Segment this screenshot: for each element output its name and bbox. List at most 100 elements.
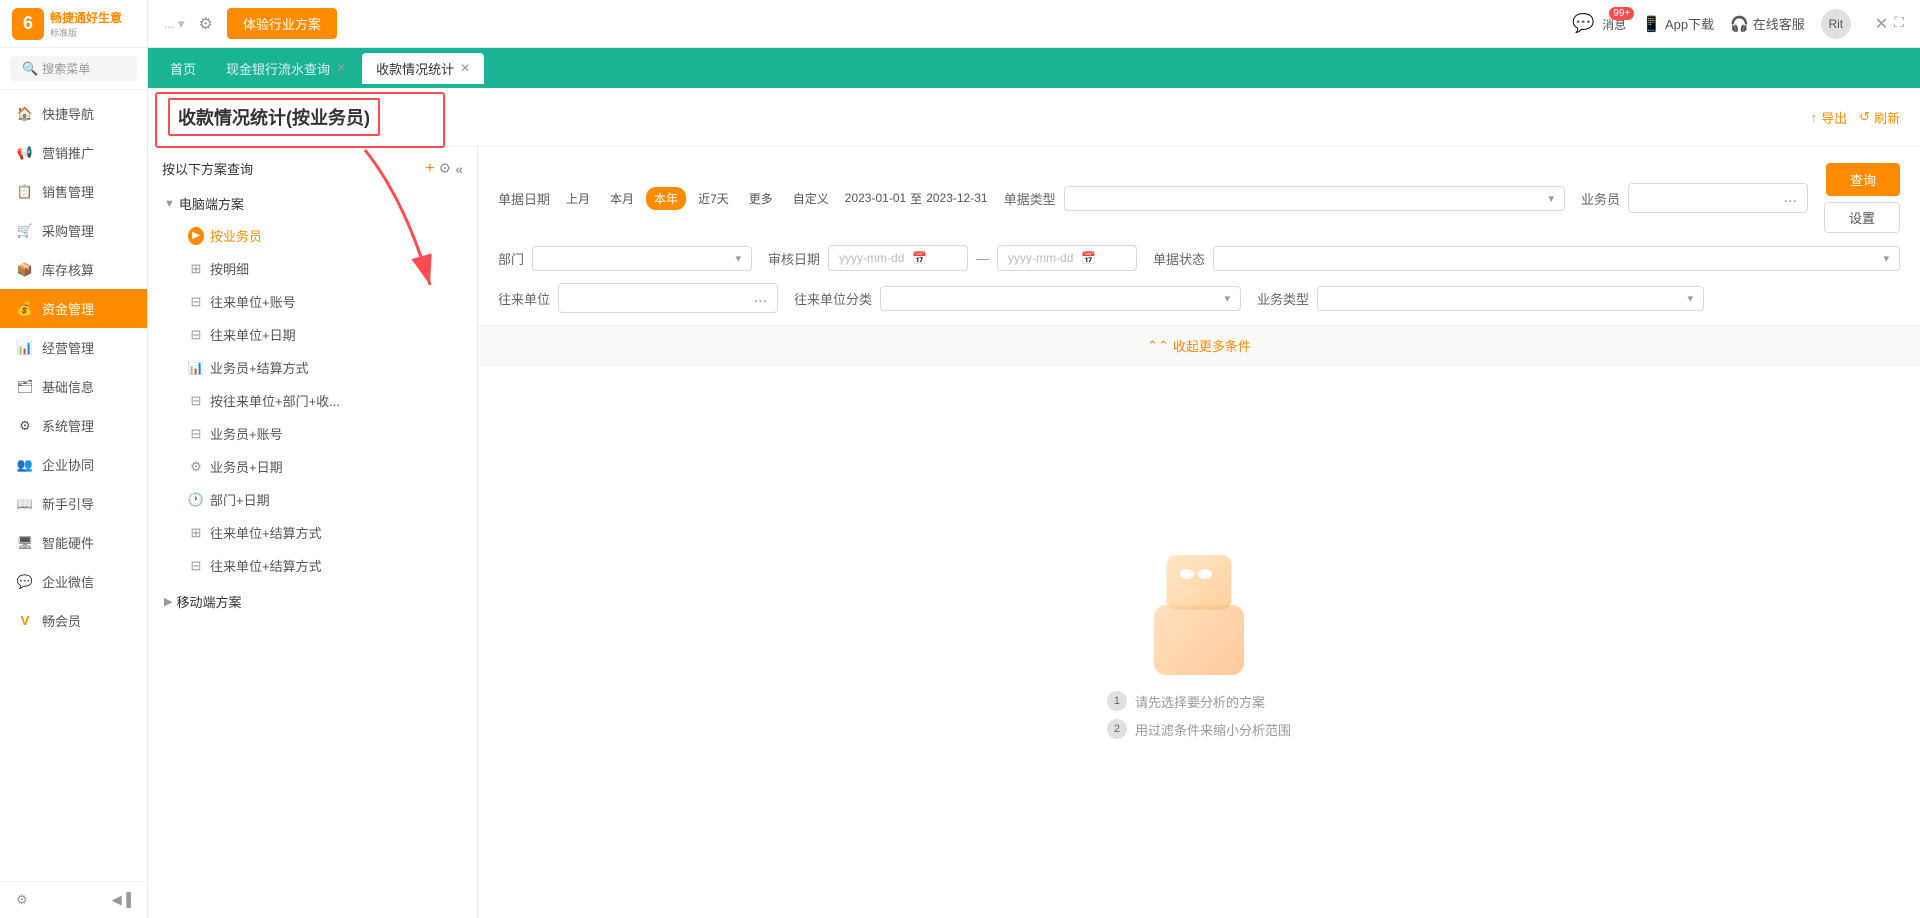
tree-item-partner-settle1[interactable]: ⊞ 往来单位+结算方式 xyxy=(172,516,469,549)
filter-area: 单据日期 上月 本月 本年 近7天 更多 自定义 2023-01-01 至 xyxy=(478,147,1920,366)
sidebar-item-weixin[interactable]: 💬 企业微信 xyxy=(0,562,147,601)
sidebar-item-hardware[interactable]: 🖥 智能硬件 xyxy=(0,523,147,562)
partner-category-select[interactable]: ▾ xyxy=(880,286,1241,311)
tab-receipt[interactable]: 收款情况统计 ✕ xyxy=(362,53,484,84)
content-area: 按以下方案查询 + ⚙ « ▼ 电脑端方案 ▶ xyxy=(148,147,1920,918)
collapse-sidebar-btn[interactable]: ◀▐ xyxy=(112,892,131,908)
search-menu-btn[interactable]: 🔍 搜索菜单 xyxy=(10,56,137,81)
settings-footer-icon[interactable]: ⚙ xyxy=(16,892,28,908)
dept-group: 部门 ▾ xyxy=(498,246,752,271)
tree-item-by-salesperson[interactable]: ▶ 按业务员 xyxy=(172,219,469,252)
filter-settings-btn[interactable]: 设置 xyxy=(1824,202,1900,233)
sidebar-item-purchase[interactable]: 🛒 采购管理 xyxy=(0,211,147,250)
tab-bank-close[interactable]: ✕ xyxy=(336,61,346,75)
partner-dots[interactable]: ... xyxy=(754,289,767,307)
filter-row-3: 往来单位 ... 往来单位分类 ▾ 业务 xyxy=(498,283,1900,313)
collapse-panel-btn[interactable]: « xyxy=(455,161,463,177)
robot-body xyxy=(1154,605,1244,675)
date-tab-last-month[interactable]: 上月 xyxy=(558,187,598,210)
biz-type-label: 业务类型 xyxy=(1257,289,1309,308)
message-btn[interactable]: 💬 99+ 消息 xyxy=(1572,13,1626,34)
tab-receipt-close[interactable]: ✕ xyxy=(460,61,470,75)
collapse-bar[interactable]: ⌃⌃ 收起更多条件 xyxy=(478,325,1920,365)
dept-select[interactable]: ▾ xyxy=(532,246,752,271)
partner-dept-icon: ⊟ xyxy=(188,393,204,409)
dept-date-icon: 🕐 xyxy=(188,492,204,508)
salesperson-dots[interactable]: ... xyxy=(1784,189,1797,207)
export-btn[interactable]: ↑ 导出 xyxy=(1811,108,1848,127)
salesperson-settle-icon: 📊 xyxy=(188,360,204,376)
sidebar-item-marketing[interactable]: 📢 营销推广 xyxy=(0,133,147,172)
sidebar-item-inventory[interactable]: 📦 库存核算 xyxy=(0,250,147,289)
close-window-btn[interactable]: ✕ xyxy=(1875,14,1888,34)
topbar-right: 💬 99+ 消息 📱 App下载 🎧 在线客服 Rit ✕ ⛶ xyxy=(1572,9,1904,39)
topbar-gear-icon[interactable]: ⚙ xyxy=(199,14,213,34)
tree-item-salesperson-date[interactable]: ⚙ 业务员+日期 xyxy=(172,450,469,483)
tree-item-dept-date[interactable]: 🕐 部门+日期 xyxy=(172,483,469,516)
tree-item-partner-date[interactable]: ⊟ 往来单位+日期 xyxy=(172,318,469,351)
sidebar-item-guide[interactable]: 📖 新手引导 xyxy=(0,484,147,523)
salesperson-label: 业务员 xyxy=(1581,189,1620,208)
partner-date-icon: ⊟ xyxy=(188,327,204,343)
panel-header-actions: + ⚙ « xyxy=(425,160,463,178)
sidebar-search-area[interactable]: 🔍 搜索菜单 xyxy=(0,48,147,90)
partner-settle1-icon: ⊞ xyxy=(188,525,204,541)
sidebar-item-system[interactable]: ⚙ 系统管理 xyxy=(0,406,147,445)
online-service-btn[interactable]: 🎧 在线客服 xyxy=(1730,14,1805,33)
partner-category-group: 往来单位分类 ▾ xyxy=(794,286,1241,311)
hint-num-2: 2 xyxy=(1107,719,1127,739)
salesperson-group: 业务员 ... xyxy=(1581,183,1808,213)
tree-item-salesperson-account[interactable]: ⊟ 业务员+账号 xyxy=(172,417,469,450)
tree-parent-pc[interactable]: ▼ 电脑端方案 xyxy=(156,188,469,219)
sidebar-item-member[interactable]: V 畅会员 xyxy=(0,601,147,640)
date-tab-custom[interactable]: 自定义 xyxy=(785,187,837,210)
tree-item-partner-settle2[interactable]: ⊟ 往来单位+结算方式 xyxy=(172,549,469,582)
logo-icon: 6 xyxy=(12,8,44,40)
refresh-btn[interactable]: ↺ 刷新 xyxy=(1859,108,1900,127)
sidebar-item-collab[interactable]: 👥 企业协同 xyxy=(0,445,147,484)
tree-parent-mobile[interactable]: ▶ 移动端方案 xyxy=(156,586,469,617)
doc-status-select[interactable]: ▾ xyxy=(1213,246,1900,271)
tree-item-partner-account[interactable]: ⊟ 往来单位+账号 xyxy=(172,285,469,318)
salesperson-select[interactable]: ... xyxy=(1628,183,1808,213)
audit-date-label: 审核日期 xyxy=(768,249,820,268)
salesperson-date-icon: ⚙ xyxy=(188,459,204,475)
doc-type-select[interactable]: ▾ xyxy=(1064,186,1565,211)
page-header: 收款情况统计(按业务员) ↑ 导出 ↺ 刷新 xyxy=(148,88,1920,147)
sidebar-item-basics[interactable]: 🗂 基础信息 xyxy=(0,367,147,406)
audit-date-from[interactable]: yyyy-mm-dd 📅 xyxy=(828,245,968,271)
filter-row-2: 部门 ▾ 审核日期 yyyy-mm-dd 📅 — xyxy=(498,245,1900,271)
date-tab-this-year[interactable]: 本年 xyxy=(646,187,686,210)
add-scheme-btn[interactable]: + xyxy=(425,160,434,178)
inventory-icon: 📦 xyxy=(16,261,34,279)
audit-date-to[interactable]: yyyy-mm-dd 📅 xyxy=(997,245,1137,271)
robot-head xyxy=(1167,555,1232,610)
trial-btn[interactable]: 体验行业方案 xyxy=(227,8,337,39)
topbar: ... ▾ ⚙ 体验行业方案 💬 99+ 消息 📱 App下载 🎧 在线客服 R… xyxy=(148,0,1920,48)
calendar-icon: 📅 xyxy=(912,251,927,265)
sidebar-item-operations[interactable]: 📊 经营管理 xyxy=(0,328,147,367)
sidebar-item-sales[interactable]: 📋 销售管理 xyxy=(0,172,147,211)
sidebar-item-quicknav[interactable]: 🏠 快捷导航 xyxy=(0,94,147,133)
partner-category-label: 往来单位分类 xyxy=(794,289,872,308)
scheme-settings-btn[interactable]: ⚙ xyxy=(439,160,452,177)
main-area: ... ▾ ⚙ 体验行业方案 💬 99+ 消息 📱 App下载 🎧 在线客服 R… xyxy=(148,0,1920,918)
tree-item-by-partner-dept[interactable]: ⊟ 按往来单位+部门+收... xyxy=(172,384,469,417)
biz-type-select[interactable]: ▾ xyxy=(1317,286,1704,311)
doc-type-label: 单据类型 xyxy=(1004,189,1056,208)
tab-bank[interactable]: 现金银行流水查询 ✕ xyxy=(212,53,360,84)
app-download-btn[interactable]: 📱 App下载 xyxy=(1642,14,1714,33)
user-avatar[interactable]: Rit xyxy=(1821,9,1851,39)
partner-label: 往来单位 xyxy=(498,289,550,308)
date-tab-7days[interactable]: 近7天 xyxy=(690,187,737,210)
sidebar-item-finance[interactable]: 💰 资金管理 xyxy=(0,289,147,328)
purchase-icon: 🛒 xyxy=(16,222,34,240)
tree-item-by-detail[interactable]: ⊞ 按明细 xyxy=(172,252,469,285)
query-btn[interactable]: 查询 xyxy=(1826,163,1900,196)
partner-select[interactable]: ... xyxy=(558,283,778,313)
tab-home[interactable]: 首页 xyxy=(156,53,210,84)
tree-item-salesperson-settle[interactable]: 📊 业务员+结算方式 xyxy=(172,351,469,384)
maximize-window-btn[interactable]: ⛶ xyxy=(1894,14,1904,34)
date-tab-more[interactable]: 更多 xyxy=(741,187,781,210)
date-tab-this-month[interactable]: 本月 xyxy=(602,187,642,210)
